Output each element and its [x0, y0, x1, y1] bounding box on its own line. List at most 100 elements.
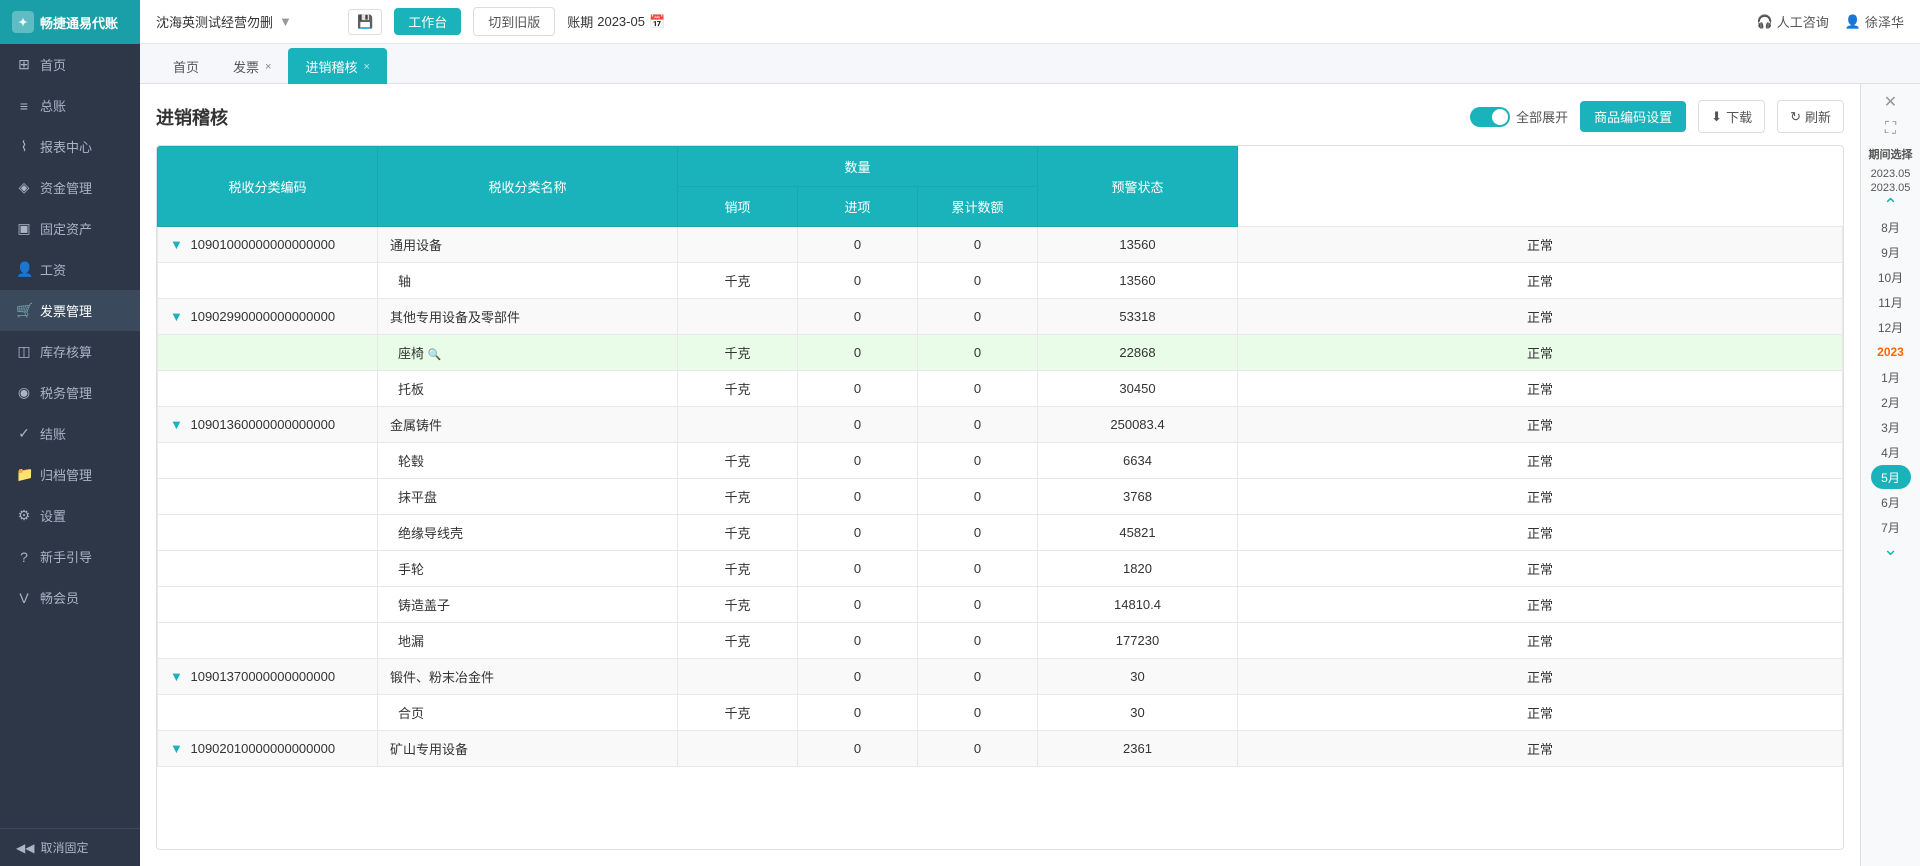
cancel-fixed-button[interactable]: ◀◀ 取消固定 — [0, 829, 140, 866]
td-total: 2361 — [1038, 731, 1238, 767]
td-name: 轮毂 — [378, 443, 678, 479]
sidebar-item-archive[interactable]: 📁 归档管理 — [0, 454, 140, 495]
tab-check-close[interactable]: × — [363, 61, 369, 73]
main-area: 沈海英测试经营勿删 ▼ 💾 工作台 切到旧版 账期 2023-05 📅 🎧 人工… — [140, 0, 1920, 866]
sidebar-item-settings[interactable]: ⚙ 设置 — [0, 495, 140, 536]
month-item-10月[interactable]: 10月 — [1871, 265, 1911, 289]
th-tax-code: 税收分类编码 — [158, 147, 378, 227]
ledger-icon: ≡ — [16, 98, 32, 114]
td-name: 合页 — [378, 695, 678, 731]
month-item-4月[interactable]: 4月 — [1871, 440, 1911, 464]
inventory-icon: ◫ — [16, 343, 32, 360]
th-sales: 销项 — [678, 187, 798, 227]
td-code — [158, 551, 378, 587]
td-code — [158, 263, 378, 299]
save-button[interactable]: 💾 — [348, 9, 382, 35]
scroll-down-button[interactable]: ⌄ — [1883, 540, 1898, 558]
scroll-up-button[interactable]: ⌃ — [1883, 196, 1898, 214]
td-unit: 千克 — [678, 587, 798, 623]
workbench-button[interactable]: 工作台 — [394, 8, 461, 35]
sidebar-item-label: 报表中心 — [40, 137, 92, 156]
sidebar-item-payroll[interactable]: 👤 工资 — [0, 249, 140, 290]
td-sales: 0 — [798, 623, 918, 659]
td-unit — [678, 731, 798, 767]
sidebar-item-ledger[interactable]: ≡ 总账 — [0, 85, 140, 126]
panel-expand-button[interactable]: ⛶ — [1885, 120, 1896, 138]
toggle-expand[interactable]: 全部展开 — [1470, 107, 1568, 127]
sidebar-item-settle[interactable]: ✓ 结账 — [0, 413, 140, 454]
td-code — [158, 371, 378, 407]
sidebar-item-label: 库存核算 — [40, 342, 92, 361]
expand-icon[interactable]: ▼ — [170, 669, 186, 684]
calendar-icon[interactable]: 📅 — [649, 14, 665, 30]
tab-home[interactable]: 首页 — [156, 48, 216, 84]
td-purchase: 0 — [918, 299, 1038, 335]
sidebar-item-guide[interactable]: ? 新手引导 — [0, 536, 140, 577]
sidebar-item-member[interactable]: V 畅会员 — [0, 577, 140, 618]
expand-icon[interactable]: ▼ — [170, 309, 186, 324]
service-button[interactable]: 🎧 人工咨询 — [1757, 12, 1829, 31]
funds-icon: ◈ — [16, 179, 32, 196]
period-display: 账期 2023-05 📅 — [567, 12, 665, 31]
sidebar-item-tax[interactable]: ◉ 税务管理 — [0, 372, 140, 413]
sidebar-item-home[interactable]: ⊞ 首页 — [0, 44, 140, 85]
month-item-9月[interactable]: 9月 — [1871, 240, 1911, 264]
topbar: 沈海英测试经营勿删 ▼ 💾 工作台 切到旧版 账期 2023-05 📅 🎧 人工… — [140, 0, 1920, 44]
sidebar-item-invoice[interactable]: 🛒 发票管理 — [0, 290, 140, 331]
panel-close-button[interactable]: ✕ — [1884, 92, 1897, 112]
refresh-button[interactable]: ↻ 刷新 — [1777, 100, 1844, 133]
td-name: 地漏 — [378, 623, 678, 659]
td-unit: 千克 — [678, 479, 798, 515]
download-button[interactable]: ⬇ 下载 — [1698, 100, 1765, 133]
td-code — [158, 623, 378, 659]
guide-icon: ? — [16, 549, 32, 565]
company-selector[interactable]: 沈海英测试经营勿删 ▼ — [156, 12, 336, 31]
month-item-6月[interactable]: 6月 — [1871, 490, 1911, 514]
page-title: 进销稽核 — [156, 104, 228, 130]
td-code — [158, 443, 378, 479]
expand-icon[interactable]: ▼ — [170, 237, 186, 252]
sidebar-item-assets[interactable]: ▣ 固定资产 — [0, 208, 140, 249]
td-sales: 0 — [798, 407, 918, 443]
old-version-button[interactable]: 切到旧版 — [473, 7, 555, 36]
tab-invoice-close[interactable]: × — [265, 61, 271, 73]
month-item-7月[interactable]: 7月 — [1871, 515, 1911, 539]
td-code: ▼ 10902010000000000000 — [158, 731, 378, 767]
td-purchase: 0 — [918, 443, 1038, 479]
td-total: 30 — [1038, 659, 1238, 695]
app-logo: ✦ 畅捷通易代账 — [0, 0, 140, 44]
goods-code-button[interactable]: 商品编码设置 — [1580, 101, 1686, 132]
user-menu[interactable]: 👤 徐泽华 — [1845, 12, 1904, 31]
td-sales: 0 — [798, 479, 918, 515]
td-status: 正常 — [1238, 587, 1843, 623]
sidebar-item-inventory[interactable]: ◫ 库存核算 — [0, 331, 140, 372]
month-item-3月[interactable]: 3月 — [1871, 415, 1911, 439]
td-purchase: 0 — [918, 623, 1038, 659]
sidebar-item-label: 畅会员 — [40, 588, 79, 607]
logo-icon: ✦ — [12, 11, 34, 33]
cancel-fixed-label: 取消固定 — [40, 839, 88, 856]
tab-check[interactable]: 进销稽核 × — [288, 48, 386, 84]
expand-icon[interactable]: ▼ — [170, 741, 186, 756]
td-total: 30 — [1038, 695, 1238, 731]
month-item-11月[interactable]: 11月 — [1871, 290, 1911, 314]
month-item-12月[interactable]: 12月 — [1871, 315, 1911, 339]
tab-invoice[interactable]: 发票 × — [216, 48, 288, 84]
td-total: 6634 — [1038, 443, 1238, 479]
sidebar-item-funds[interactable]: ◈ 资金管理 — [0, 167, 140, 208]
sidebar-item-reports[interactable]: ⌇ 报表中心 — [0, 126, 140, 167]
tab-invoice-label: 发票 — [233, 57, 259, 76]
td-sales: 0 — [798, 551, 918, 587]
toggle-switch[interactable] — [1470, 107, 1510, 127]
search-icon[interactable]: 🔍 — [428, 349, 442, 361]
expand-icon[interactable]: ▼ — [170, 417, 186, 432]
month-item-1月[interactable]: 1月 — [1871, 365, 1911, 389]
td-name: 其他专用设备及零部件 — [378, 299, 678, 335]
period-value: 2023-05 — [597, 14, 645, 29]
month-item-2月[interactable]: 2月 — [1871, 390, 1911, 414]
td-purchase: 0 — [918, 263, 1038, 299]
month-item-8月[interactable]: 8月 — [1871, 215, 1911, 239]
month-item-5月[interactable]: 5月 — [1871, 465, 1911, 489]
td-unit: 千克 — [678, 551, 798, 587]
td-sales: 0 — [798, 299, 918, 335]
